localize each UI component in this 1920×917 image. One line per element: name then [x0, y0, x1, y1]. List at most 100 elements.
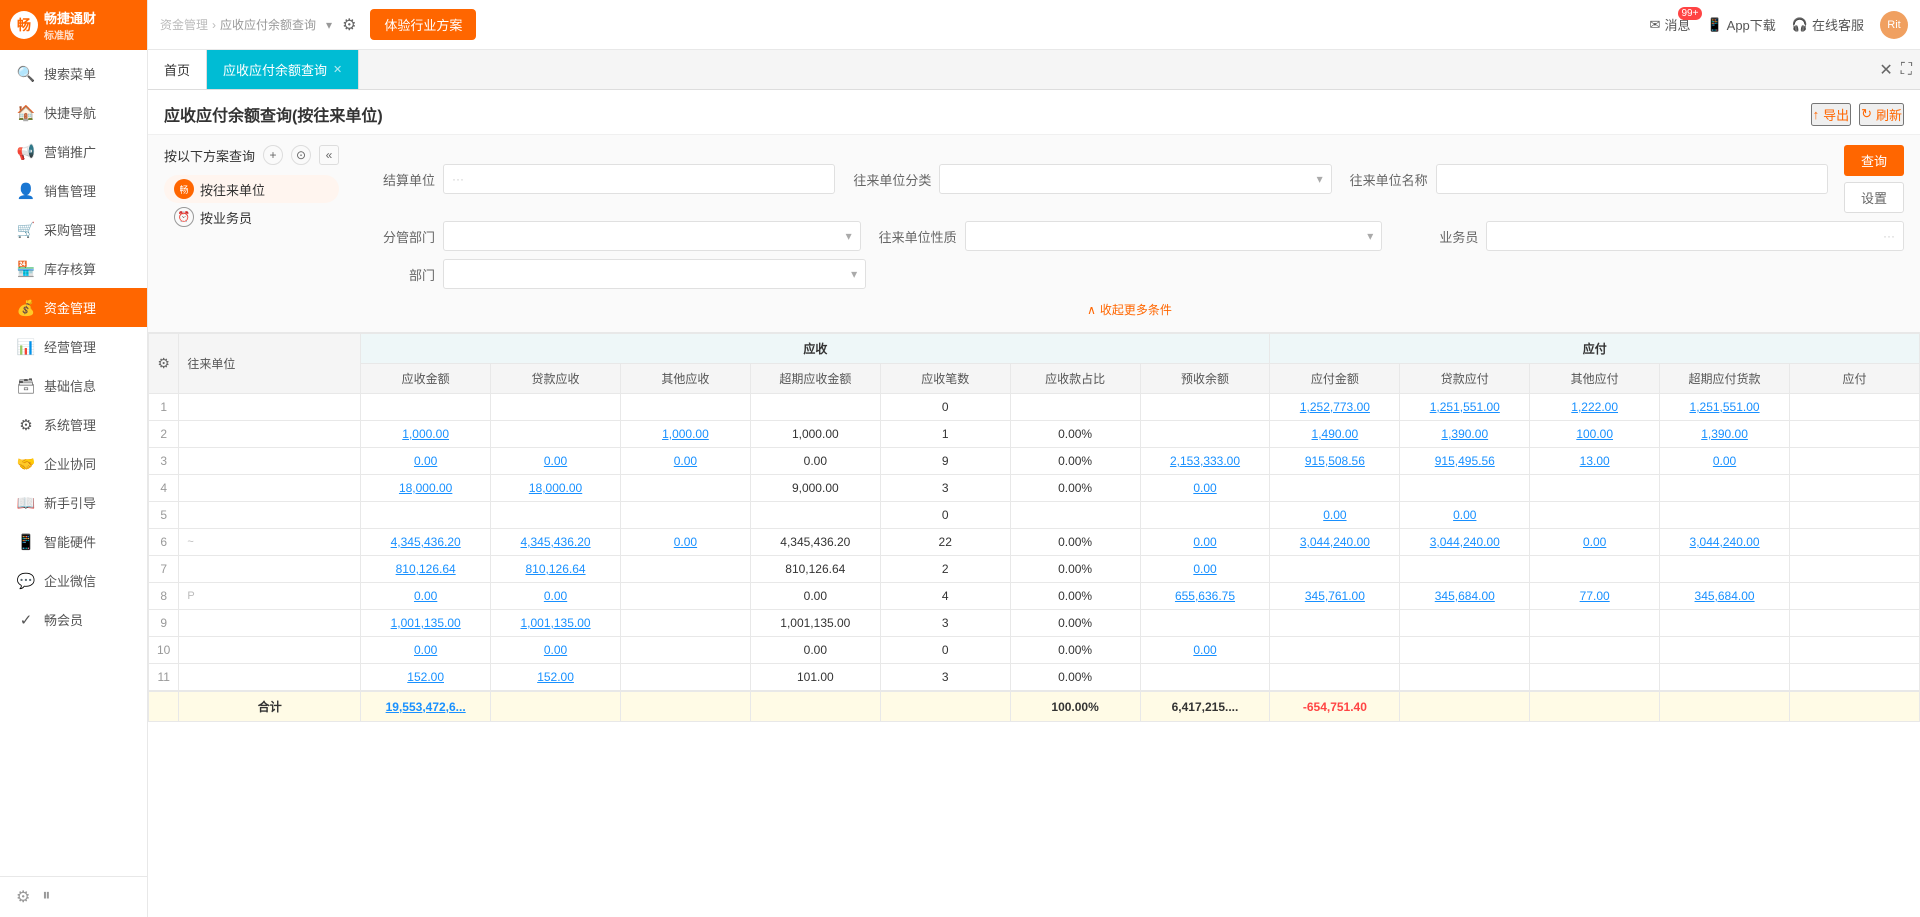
ap-other[interactable]: 100.00	[1530, 421, 1660, 448]
query-button[interactable]: 查询	[1844, 145, 1904, 176]
sidebar-item-system[interactable]: ⚙ 系统管理	[0, 405, 147, 444]
ap-amount[interactable]: 3,044,240.00	[1270, 529, 1400, 556]
filter-label: 按以下方案查询	[164, 146, 255, 165]
table-settings-icon[interactable]: ⚙	[157, 355, 170, 371]
sidebar-item-member[interactable]: ✓ 畅会员	[0, 600, 147, 639]
finance-icon: 💰	[16, 299, 36, 317]
tab-home[interactable]: 首页	[148, 50, 207, 89]
advance[interactable]: 2,153,333.00	[1140, 448, 1270, 475]
filter-collapse-button[interactable]: «	[319, 145, 339, 165]
app-download-button[interactable]: 📱 App下载	[1706, 15, 1775, 34]
sidebar-item-operation[interactable]: 📊 经营管理	[0, 327, 147, 366]
ar-amount[interactable]: 0.00	[361, 583, 491, 610]
sidebar-item-collab[interactable]: 🤝 企业协同	[0, 444, 147, 483]
sidebar-item-inventory[interactable]: 🏪 库存核算	[0, 249, 147, 288]
ap-loan[interactable]: 1,390.00	[1400, 421, 1530, 448]
notification-button[interactable]: ✉ 消息 99+	[1650, 15, 1691, 34]
ap-overdue[interactable]: 1,390.00	[1660, 421, 1790, 448]
dept-input[interactable]: ▾	[443, 221, 861, 251]
ar-other[interactable]: 1,000.00	[620, 421, 750, 448]
advance[interactable]: 655,636.75	[1140, 583, 1270, 610]
tab-query[interactable]: 应收应付余额查询 ✕	[207, 50, 359, 89]
solution-button[interactable]: 体验行业方案	[370, 9, 476, 40]
advance[interactable]: 0.00	[1140, 529, 1270, 556]
user-menu[interactable]: Rit	[1880, 11, 1908, 39]
ar-amount[interactable]: 1,000.00	[361, 421, 491, 448]
sidebar-item-wechat[interactable]: 💬 企业微信	[0, 561, 147, 600]
tab-close-icon[interactable]: ✕	[333, 63, 342, 76]
partner-category-input[interactable]: ▾	[939, 164, 1331, 194]
sidebar-collapse-icon[interactable]: ⏸	[42, 887, 50, 907]
breadcrumb-dropdown-icon[interactable]: ▾	[326, 18, 332, 32]
ar-loan[interactable]: 0.00	[491, 448, 621, 475]
salesperson-input[interactable]: ···	[1486, 221, 1904, 251]
advance[interactable]: 0.00	[1140, 475, 1270, 502]
ap-other[interactable]: 13.00	[1530, 448, 1660, 475]
sidebar-item-search[interactable]: 🔍 搜索菜单	[0, 54, 147, 93]
sidebar-settings-icon[interactable]: ⚙	[16, 887, 30, 907]
ap-loan[interactable]: 1,251,551.00	[1400, 394, 1530, 421]
ar-loan[interactable]: 0.00	[491, 583, 621, 610]
tab-close-all-icon[interactable]: ✕	[1879, 60, 1892, 80]
settlement-input[interactable]: ···	[443, 164, 835, 194]
ap-amount[interactable]: 915,508.56	[1270, 448, 1400, 475]
sidebar-item-hardware[interactable]: 📱 智能硬件	[0, 522, 147, 561]
setting-button[interactable]: 设置	[1844, 182, 1904, 213]
tab-fullscreen-icon[interactable]: ⛶	[1901, 61, 1912, 79]
partner-name-input[interactable]	[1436, 164, 1828, 194]
ar-amount[interactable]: 810,126.64	[361, 556, 491, 583]
sidebar-item-marketing[interactable]: 📢 营销推广	[0, 132, 147, 171]
ap-overdue[interactable]: 345,684.00	[1660, 583, 1790, 610]
ap-overdue[interactable]: 0.00	[1660, 448, 1790, 475]
ar-loan[interactable]: 152.00	[491, 664, 621, 692]
filter-collapse-row[interactable]: ∧ 收起更多条件	[355, 297, 1904, 322]
ap-overdue[interactable]: 1,251,551.00	[1660, 394, 1790, 421]
ap-loan[interactable]: 345,684.00	[1400, 583, 1530, 610]
sidebar-item-sales[interactable]: 👤 销售管理	[0, 171, 147, 210]
ap-amount[interactable]: 345,761.00	[1270, 583, 1400, 610]
ar-other[interactable]: 0.00	[620, 529, 750, 556]
ap-overdue[interactable]: 3,044,240.00	[1660, 529, 1790, 556]
ar-loan[interactable]: 18,000.00	[491, 475, 621, 502]
ar-loan[interactable]: 810,126.64	[491, 556, 621, 583]
advance[interactable]: 0.00	[1140, 637, 1270, 664]
query-option-staff[interactable]: ⏰ 按业务员	[164, 203, 339, 231]
customer-service-button[interactable]: 🎧 在线客服	[1792, 15, 1864, 34]
advance[interactable]: 0.00	[1140, 556, 1270, 583]
ar-count: 2	[880, 556, 1010, 583]
ap-other[interactable]: 77.00	[1530, 583, 1660, 610]
ap-other[interactable]: 0.00	[1530, 529, 1660, 556]
ar-amount[interactable]: 18,000.00	[361, 475, 491, 502]
ar-amount[interactable]: 1,001,135.00	[361, 610, 491, 637]
ap-amount	[1270, 664, 1400, 692]
ar-amount[interactable]: 152.00	[361, 664, 491, 692]
sidebar-item-purchase[interactable]: 🛒 采购管理	[0, 210, 147, 249]
sidebar-item-finance[interactable]: 💰 资金管理	[0, 288, 147, 327]
partner-nature-input[interactable]: ▾	[965, 221, 1383, 251]
ap-loan[interactable]: 915,495.56	[1400, 448, 1530, 475]
ap-amount[interactable]: 0.00	[1270, 502, 1400, 529]
sidebar-item-shortcut[interactable]: 🏠 快捷导航	[0, 93, 147, 132]
export-button[interactable]: ↑ 导出	[1811, 103, 1852, 126]
filter-settings-button[interactable]: ⊙	[291, 145, 311, 165]
ar-loan[interactable]: 0.00	[491, 637, 621, 664]
ap-other[interactable]: 1,222.00	[1530, 394, 1660, 421]
ar-amount[interactable]: 0.00	[361, 448, 491, 475]
ar-other[interactable]: 0.00	[620, 448, 750, 475]
ar-loan[interactable]: 4,345,436.20	[491, 529, 621, 556]
sidebar-item-basic[interactable]: 🗃 基础信息	[0, 366, 147, 405]
ap-amount[interactable]: 1,252,773.00	[1270, 394, 1400, 421]
filter-add-button[interactable]: +	[263, 145, 283, 165]
ar-loan[interactable]: 1,001,135.00	[491, 610, 621, 637]
ap-loan[interactable]: 0.00	[1400, 502, 1530, 529]
ap-amount[interactable]: 1,490.00	[1270, 421, 1400, 448]
refresh-button[interactable]: ↻ 刷新	[1859, 103, 1904, 126]
department-input[interactable]: ▾	[443, 259, 866, 289]
query-option-partner[interactable]: 畅 按往来单位	[164, 175, 339, 203]
topbar-gear-icon[interactable]: ⚙	[342, 15, 356, 35]
sidebar-item-guide[interactable]: 📖 新手引导	[0, 483, 147, 522]
ar-amount[interactable]: 4,345,436.20	[361, 529, 491, 556]
ap-loan[interactable]: 3,044,240.00	[1400, 529, 1530, 556]
ar-amount[interactable]: 0.00	[361, 637, 491, 664]
footer-ar-total[interactable]: 19,553,472,6...	[361, 691, 491, 722]
